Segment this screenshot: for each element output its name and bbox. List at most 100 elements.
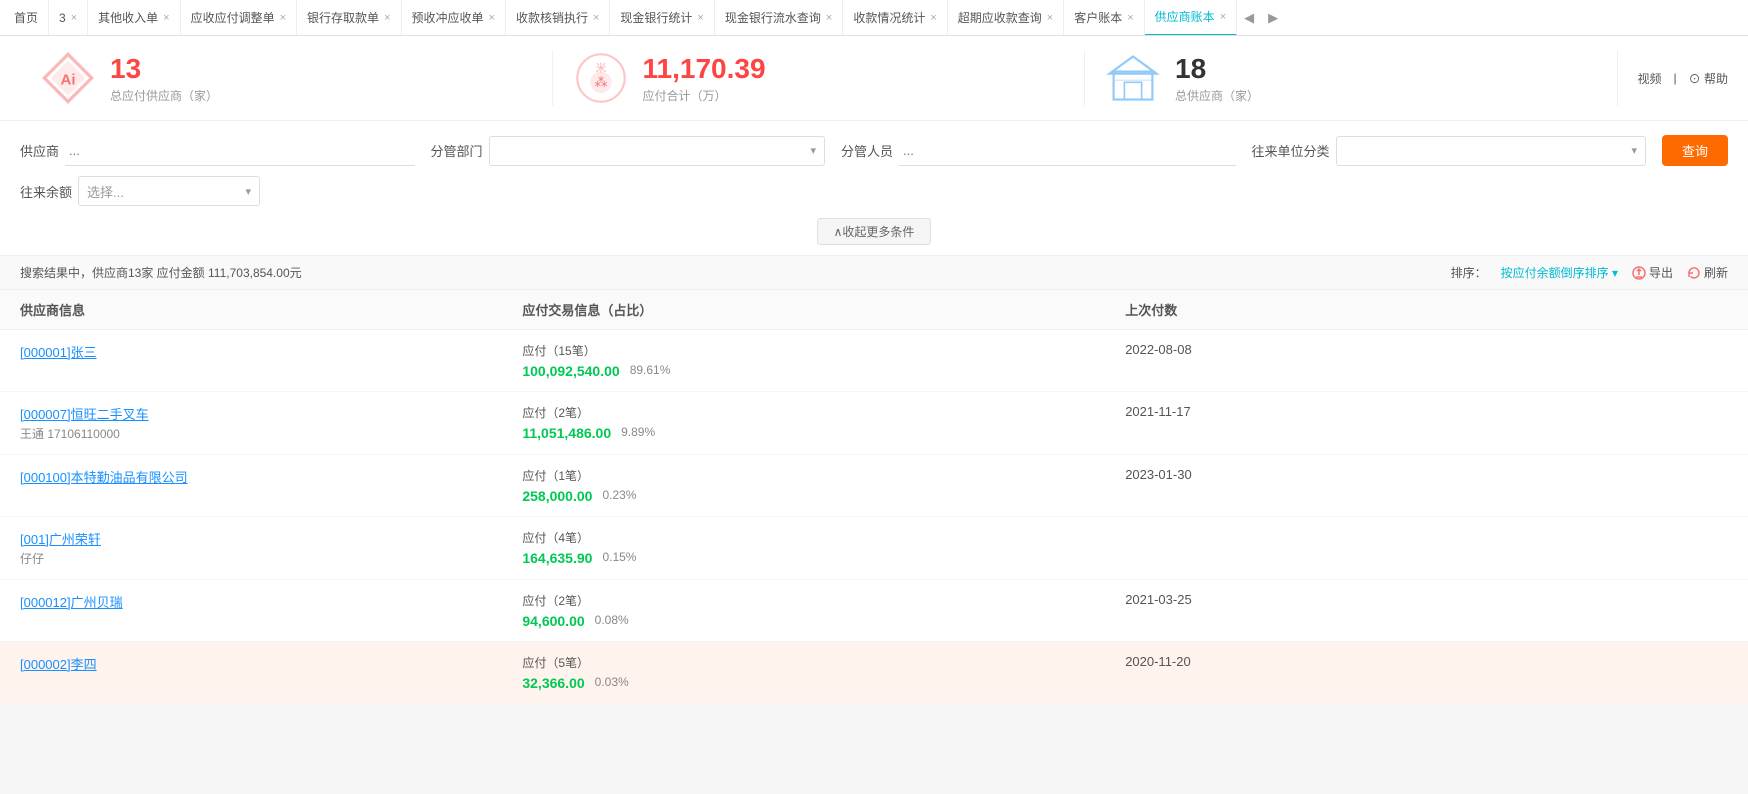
nav-tab-collect-stat[interactable]: 收款情况统计 ×	[843, 0, 947, 36]
nav-tab-label: 收款核销执行	[516, 9, 588, 26]
supplier-link[interactable]: [000012]广州贝瑞	[20, 592, 522, 611]
close-icon[interactable]: ×	[697, 12, 703, 24]
supplier-info-cell: [000012]广州贝瑞	[20, 592, 522, 611]
tx-amount[interactable]: 100,092,540.00	[522, 363, 619, 379]
table-row: [000100]本特勤油品有限公司 应付（1笔） 258,000.00 0.23…	[0, 455, 1748, 517]
nav-tab-adjustment[interactable]: 应收应付调整单 ×	[181, 0, 297, 36]
summary-card-all-suppliers: 18 总供应商（家）	[1085, 50, 1618, 106]
nav-tab-label: 其他收入单	[98, 9, 158, 26]
category-select[interactable]: ▾	[1336, 136, 1646, 166]
tx-amount[interactable]: 94,600.00	[522, 613, 584, 629]
collapse-icon: ∧	[834, 225, 843, 239]
close-icon[interactable]: ×	[930, 12, 936, 24]
close-icon[interactable]: ×	[1047, 12, 1053, 24]
tx-pct: 89.61%	[630, 363, 671, 377]
store-icon	[1105, 50, 1161, 106]
tx-amount[interactable]: 11,051,486.00	[522, 425, 611, 441]
supplier-link[interactable]: [001]广州荣轩	[20, 529, 522, 548]
top-right-links: 视频 | ⊙ 帮助	[1618, 70, 1729, 87]
nav-tab-customer-ledger[interactable]: 客户账本 ×	[1064, 0, 1144, 36]
col-header-lastpay: 上次付数	[1125, 300, 1527, 319]
tx-amount[interactable]: 258,000.00	[522, 488, 592, 504]
supplier-link[interactable]: [000100]本特勤油品有限公司	[20, 467, 522, 486]
close-icon[interactable]: ×	[384, 12, 390, 24]
all-suppliers-label: 总供应商（家）	[1175, 87, 1259, 104]
nav-tab-label: 预收冲应收单	[412, 9, 484, 26]
all-suppliers-count: 18	[1175, 52, 1259, 86]
close-icon[interactable]: ×	[826, 12, 832, 24]
tx-pct: 0.03%	[595, 675, 629, 689]
person-input[interactable]	[899, 136, 1235, 166]
close-icon[interactable]: ×	[163, 12, 169, 24]
close-icon[interactable]: ×	[71, 12, 77, 24]
filter-supplier: 供应商	[20, 136, 415, 166]
nav-tab-cash-stat[interactable]: 现金银行统计 ×	[610, 0, 714, 36]
summary-card-payable-total: 米 ⁂ 11,170.39 应付合计（万）	[553, 50, 1086, 106]
balance-select[interactable]: 选择... ▾	[78, 176, 260, 206]
supplier-info-cell: [001]广州荣轩 仔仔	[20, 529, 522, 567]
supplier-info-cell: [000100]本特勤油品有限公司	[20, 467, 522, 486]
separator: |	[1674, 71, 1677, 85]
nav-scroll-right[interactable]: ▶	[1261, 0, 1285, 36]
nav-tab-bank[interactable]: 银行存取款单 ×	[297, 0, 401, 36]
last-pay-date: 2020-11-20	[1125, 650, 1191, 669]
summary-text-total: 11,170.39 应付合计（万）	[643, 52, 766, 105]
tx-amount[interactable]: 164,635.90	[522, 550, 592, 566]
tx-pct: 9.89%	[621, 425, 655, 439]
nav-tab-collection[interactable]: 收款核销执行 ×	[506, 0, 610, 36]
help-link[interactable]: ⊙ 帮助	[1689, 70, 1728, 87]
nav-tab-overdue[interactable]: 超期应收款查询 ×	[948, 0, 1064, 36]
filter-area: 供应商 分管部门 ▾ 分管人员 往来单位分类 ▾ 查询	[0, 121, 1748, 256]
sort-value[interactable]: 按应付余额倒序排序 ▾	[1501, 264, 1618, 281]
summary-card-payable-suppliers: Ai 13 总应付供应商（家）	[20, 50, 553, 106]
collapse-button[interactable]: ∧ 收起更多条件	[817, 218, 932, 245]
collapse-label: 收起更多条件	[842, 223, 914, 240]
close-icon[interactable]: ×	[489, 12, 495, 24]
chevron-down-icon: ▾	[1612, 266, 1618, 280]
nav-tab-label: 应收应付调整单	[191, 9, 275, 26]
export-button[interactable]: 导出	[1632, 264, 1673, 281]
close-icon[interactable]: ×	[593, 12, 599, 24]
supplier-input[interactable]	[65, 136, 414, 166]
tx-pct: 0.08%	[595, 613, 629, 627]
supplier-sub: 王通 17106110000	[20, 425, 522, 442]
table-row: [000001]张三 应付（15笔） 100,092,540.00 89.61%…	[0, 330, 1748, 392]
tx-row: 164,635.90 0.15%	[522, 548, 1125, 566]
chevron-down-icon: ▾	[1631, 144, 1637, 157]
tx-label: 应付（2笔）	[522, 404, 1125, 421]
video-link[interactable]: 视频	[1638, 70, 1662, 87]
close-icon[interactable]: ×	[1220, 11, 1226, 23]
supplier-info-cell: [000007]恒旺二手叉车 王通 17106110000	[20, 404, 522, 442]
last-pay-cell: 2020-11-20	[1125, 654, 1527, 669]
summary-text-payable: 13 总应付供应商（家）	[110, 52, 218, 105]
supplier-link[interactable]: [000002]李四	[20, 654, 522, 673]
transaction-cell: 应付（15笔） 100,092,540.00 89.61%	[522, 342, 1125, 379]
table-header: 供应商信息 应付交易信息（占比） 上次付数	[0, 290, 1748, 330]
close-icon[interactable]: ×	[1127, 12, 1133, 24]
svg-text:Ai: Ai	[60, 71, 75, 88]
export-icon	[1632, 266, 1646, 280]
payable-suppliers-count: 13	[110, 52, 218, 86]
nav-tab-supplier-ledger[interactable]: 供应商账本 ×	[1145, 0, 1237, 36]
close-icon[interactable]: ×	[280, 12, 286, 24]
dept-select[interactable]: ▾	[489, 136, 825, 166]
nav-tab-home[interactable]: 首页	[4, 0, 49, 36]
nav-tab-pre-collect[interactable]: 预收冲应收单 ×	[402, 0, 506, 36]
nav-tab-3[interactable]: 3 ×	[49, 0, 88, 36]
last-pay-date: 2022-08-08	[1125, 338, 1192, 357]
refresh-button[interactable]: 刷新	[1687, 264, 1728, 281]
sort-value-text: 按应付余额倒序排序	[1501, 266, 1609, 280]
nav-tab-label: 客户账本	[1074, 9, 1122, 26]
nav-scroll-left[interactable]: ◀	[1237, 0, 1261, 36]
nav-tab-cash-flow[interactable]: 现金银行流水查询 ×	[715, 0, 843, 36]
balance-label: 往来余额	[20, 182, 72, 201]
tx-label: 应付（2笔）	[522, 592, 1125, 609]
diamond-icon: Ai	[40, 50, 96, 106]
nav-tab-other-income[interactable]: 其他收入单 ×	[88, 0, 180, 36]
query-button[interactable]: 查询	[1662, 135, 1728, 166]
supplier-link[interactable]: [000001]张三	[20, 342, 522, 361]
transaction-cell: 应付（5笔） 32,366.00 0.03%	[522, 654, 1125, 691]
transaction-cell: 应付（2笔） 94,600.00 0.08%	[522, 592, 1125, 629]
tx-amount[interactable]: 32,366.00	[522, 675, 584, 691]
supplier-link[interactable]: [000007]恒旺二手叉车	[20, 404, 522, 423]
